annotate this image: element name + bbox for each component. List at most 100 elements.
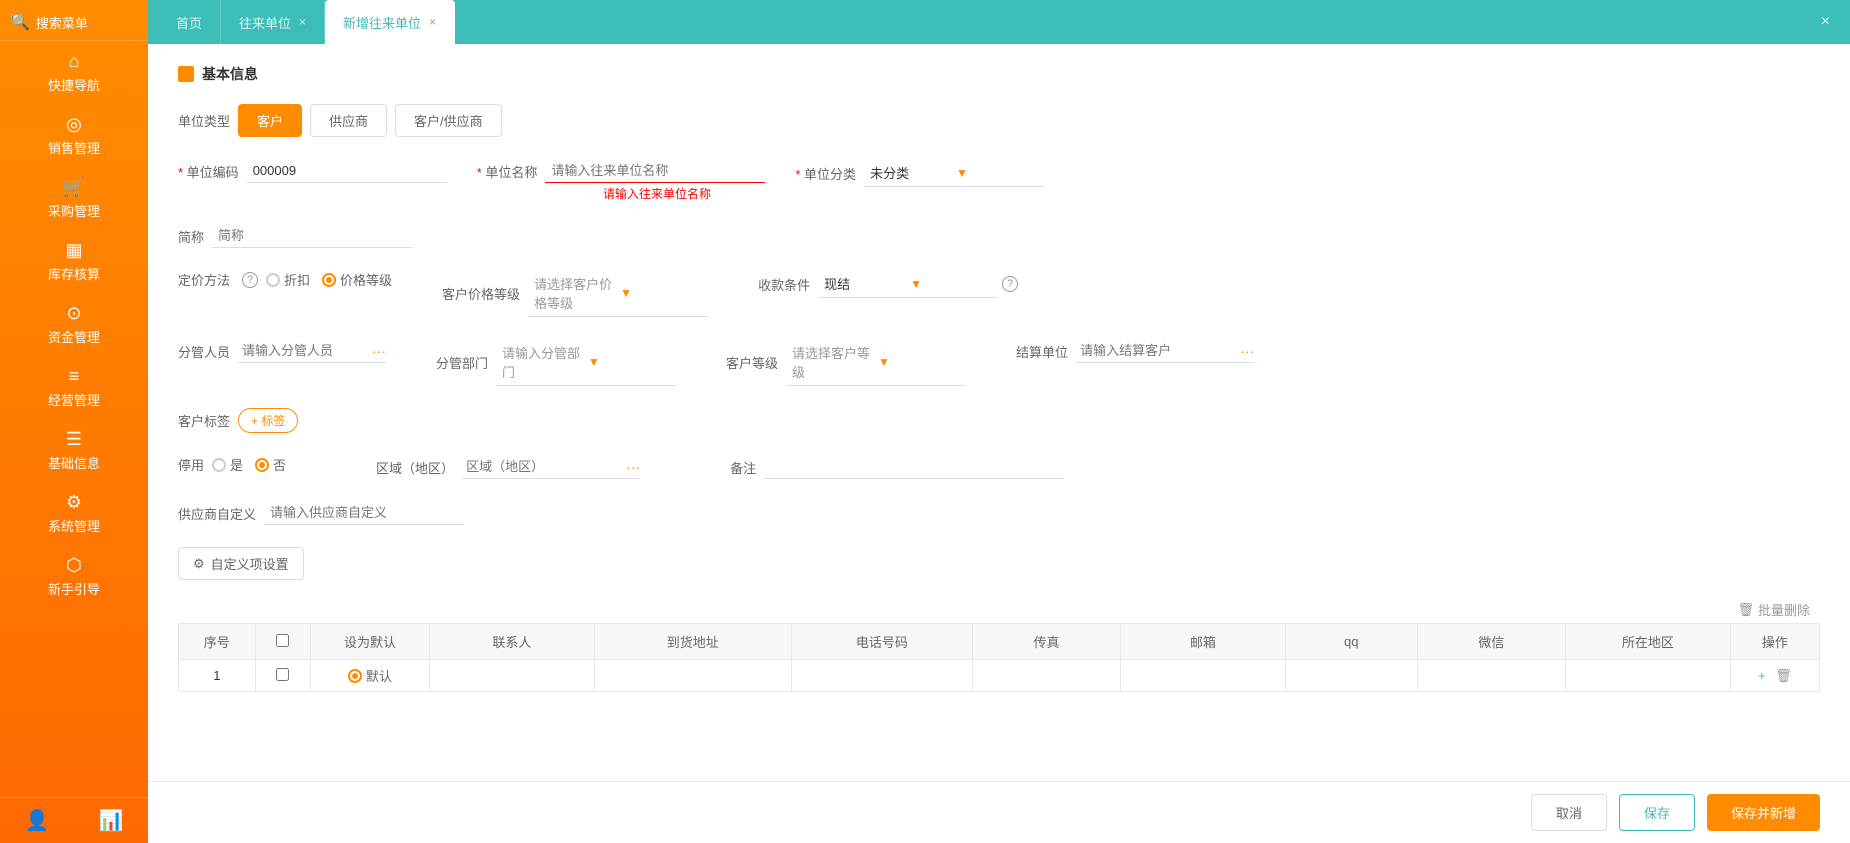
customer-price-level-select[interactable]: 请选择客户价格等级 ▼ (528, 270, 708, 317)
tab-counterparty-close[interactable]: × (299, 15, 306, 29)
supplier-custom-label: 供应商自定义 (178, 504, 256, 523)
sidebar-item-label: 经营管理 (48, 390, 100, 409)
sidebar-item-newbie[interactable]: ⬡ 新手引导 (0, 545, 148, 608)
unit-btn-supplier[interactable]: 供应商 (310, 104, 387, 137)
stats-icon[interactable]: 📊 (99, 808, 124, 833)
payment-terms-select[interactable]: 现结 ▼ (818, 270, 998, 298)
chevron-down-icon-2: ▼ (620, 286, 702, 300)
select-all-checkbox[interactable] (276, 634, 289, 647)
pricing-level-option[interactable]: 价格等级 (322, 270, 392, 289)
cell-contact[interactable] (430, 660, 595, 692)
batch-delete-label: 批量删除 (1758, 600, 1810, 619)
sidebar-item-system[interactable]: ⚙ 系统管理 (0, 482, 148, 545)
default-radio-item[interactable]: 默认 (321, 666, 419, 685)
save-and-new-button[interactable]: 保存并新增 (1707, 794, 1820, 831)
sidebar-search[interactable]: 🔍 搜索菜单 (0, 4, 148, 41)
tab-home[interactable]: 首页 (158, 0, 221, 44)
save-button[interactable]: 保存 (1619, 794, 1695, 831)
email-input[interactable] (1163, 668, 1243, 683)
cancel-button[interactable]: 取消 (1531, 794, 1607, 831)
tab-bar: 首页 往来单位 × 新增往来单位 × × (148, 0, 1850, 44)
sidebar-item-purchase[interactable]: 🛒 采购管理 (0, 167, 148, 230)
tab-counterparty[interactable]: 往来单位 × (221, 0, 325, 44)
unit-category-value: 未分类 (870, 163, 952, 182)
wechat-input[interactable] (1456, 668, 1526, 683)
pricing-discount-option[interactable]: 折扣 (266, 270, 310, 289)
remark-input[interactable] (764, 455, 1064, 479)
cell-fax[interactable] (972, 660, 1120, 692)
unit-name-group: 单位名称 请输入往来单位名称 (477, 159, 766, 202)
manager-more-btn[interactable]: ··· (372, 343, 386, 359)
sidebar-item-quick-nav[interactable]: ⌂ 快捷导航 (0, 41, 148, 104)
disable-yes-option[interactable]: 是 (212, 455, 243, 474)
unit-btn-customer[interactable]: 客户 (238, 104, 302, 137)
short-name-row: 简称 (178, 224, 1820, 252)
unit-btn-both[interactable]: 客户/供应商 (395, 104, 502, 137)
col-checkbox (255, 624, 310, 660)
row-checkbox[interactable] (276, 668, 289, 681)
tab-new-counterparty[interactable]: 新增往来单位 × (325, 0, 455, 44)
contact-input[interactable] (472, 668, 552, 683)
sidebar-bottom: 👤 📊 (0, 797, 148, 843)
sidebar-item-basic-info[interactable]: ☰ 基础信息 (0, 419, 148, 482)
table-section: 🗑 批量删除 序号 设为默认 联系人 到货地址 电话号码 传真 邮箱 qq (178, 600, 1820, 692)
cell-qq[interactable] (1285, 660, 1417, 692)
unit-category-select[interactable]: 未分类 ▼ (864, 159, 1044, 187)
manager-input[interactable] (238, 339, 368, 362)
remark-group: 备注 (730, 455, 1064, 479)
payment-terms-value: 现结 (824, 274, 906, 293)
sidebar-item-label: 基础信息 (48, 453, 100, 472)
tab-bar-close-button[interactable]: × (1811, 13, 1840, 31)
batch-delete-icon: 🗑 (1737, 602, 1754, 618)
yes-radio (212, 458, 226, 472)
unit-code-input[interactable] (247, 159, 447, 183)
fax-input[interactable] (1011, 668, 1081, 683)
cell-email[interactable] (1121, 660, 1286, 692)
address-input[interactable] (643, 668, 743, 683)
region-more-btn[interactable]: ··· (626, 459, 640, 475)
cell-checkbox[interactable] (255, 660, 310, 692)
system-icon: ⚙ (66, 492, 82, 513)
supplier-custom-input[interactable] (264, 501, 464, 525)
chevron-down-icon-5: ▼ (878, 355, 960, 369)
settlement-unit-input[interactable] (1076, 339, 1236, 362)
tab-new-counterparty-close[interactable]: × (429, 15, 436, 29)
batch-delete-button[interactable]: 🗑 批量删除 (1737, 600, 1810, 619)
add-row-btn[interactable]: + (1758, 668, 1766, 683)
user-icon[interactable]: 👤 (25, 808, 50, 833)
settlement-unit-more-btn[interactable]: ··· (1240, 343, 1254, 359)
department-label: 分管部门 (436, 353, 488, 372)
region-cell-input[interactable] (1608, 668, 1688, 683)
unit-name-input[interactable] (545, 159, 765, 183)
delete-row-btn[interactable]: 🗑 (1775, 668, 1792, 683)
sidebar-item-sales[interactable]: ◎ 销售管理 (0, 104, 148, 167)
payment-terms-group: 收款条件 现结 ▼ ? (758, 270, 1018, 298)
department-select[interactable]: 请输入分管部门 ▼ (496, 339, 676, 386)
custom-settings-button[interactable]: ⚙ 自定义项设置 (178, 547, 304, 580)
cell-phone[interactable] (791, 660, 972, 692)
unit-name-label: 单位名称 (477, 162, 538, 181)
short-name-input[interactable] (212, 224, 412, 248)
cell-address[interactable] (594, 660, 791, 692)
region-input[interactable] (462, 455, 622, 478)
payment-terms-help-icon[interactable]: ? (1002, 276, 1018, 292)
cell-region[interactable] (1566, 660, 1731, 692)
pricing-help-icon[interactable]: ? (242, 272, 258, 288)
phone-input[interactable] (837, 668, 927, 683)
disable-no-option[interactable]: 否 (255, 455, 286, 474)
col-wechat: 微信 (1417, 624, 1565, 660)
sidebar: 🔍 搜索菜单 ⌂ 快捷导航 ◎ 销售管理 🛒 采购管理 ▦ 库存核算 ⊙ 资金管… (0, 0, 148, 843)
pricing-radio-group: 折扣 价格等级 (266, 270, 392, 289)
payment-terms-label: 收款条件 (758, 275, 810, 294)
sidebar-item-operations[interactable]: ≡ 经营管理 (0, 356, 148, 419)
unit-type-label: 单位类型 (178, 111, 230, 130)
qq-input[interactable] (1321, 668, 1381, 683)
unit-info-row: 单位编码 单位名称 请输入往来单位名称 单位分类 未分类 ▼ (178, 159, 1820, 206)
cell-default[interactable]: 默认 (311, 660, 430, 692)
search-icon: 🔍 (10, 12, 30, 32)
sidebar-item-inventory[interactable]: ▦ 库存核算 (0, 230, 148, 293)
add-tag-button[interactable]: + 标签 (238, 408, 298, 433)
sidebar-item-finance[interactable]: ⊙ 资金管理 (0, 293, 148, 356)
customer-level-select[interactable]: 请选择客户等级 ▼ (786, 339, 966, 386)
cell-wechat[interactable] (1417, 660, 1565, 692)
